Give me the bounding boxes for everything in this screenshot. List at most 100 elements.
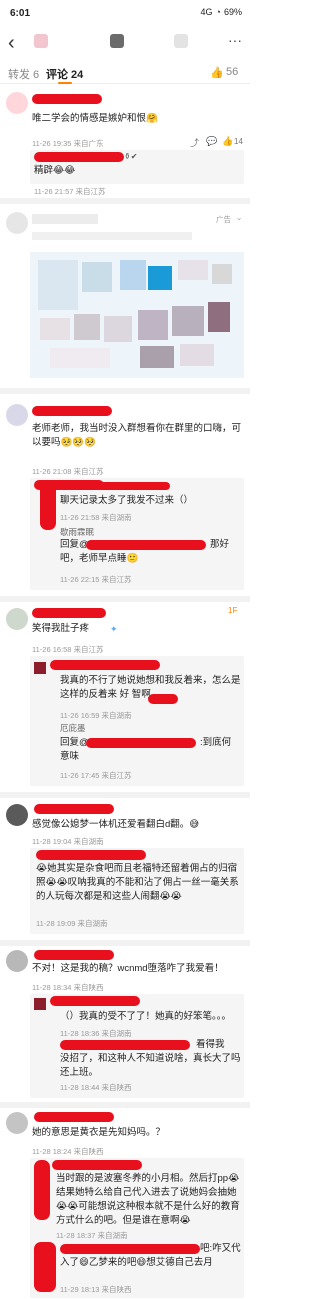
reply-username[interactable]: 厄庇墨 [60, 722, 86, 734]
like-icon[interactable]: 👍 [222, 136, 233, 147]
signal-icon: 4G [200, 7, 213, 17]
comment-text: 不对！这是我的稿？wcnmd堕落咋了我爱看！ [32, 963, 224, 974]
redacted-username [32, 94, 102, 104]
avatar [6, 212, 28, 234]
status-bar: 6:01 4G ◔ 69% [0, 0, 250, 26]
chevron-down-icon[interactable]: ⌄ [236, 213, 242, 222]
more-icon[interactable]: ··· [228, 32, 242, 48]
section-divider [0, 792, 250, 798]
status-right: 4G ◔ 69% [201, 7, 242, 17]
section-divider [0, 1102, 250, 1108]
blurred-avatar [174, 34, 188, 48]
redacted-mark [86, 738, 196, 748]
reply-text-c: 入了😄乙梦来的吧😄想艾德自己去月 [60, 1257, 213, 1268]
redacted-username [52, 1160, 142, 1170]
redacted-mark [60, 1040, 190, 1050]
top-bar: ‹ ··· [0, 26, 250, 62]
reply-text-c: 意味 [60, 751, 80, 762]
reply-text-a: 看得我 [196, 1039, 225, 1050]
comment-meta: 11-26 21:57 来自江苏 [34, 187, 106, 196]
blurred-avatar [110, 34, 124, 48]
tab-likes[interactable]: 56 [226, 66, 238, 78]
redacted-mark [40, 480, 56, 530]
redacted-username [34, 1112, 114, 1122]
reply-text-a: 回复@ [60, 539, 89, 550]
redacted-username [34, 152, 124, 162]
reply-text: 😭她其实是杂食吧而且老福特还留着佣占的归宿照😭😭叹呐我真的不能和沾了佣占一丝一毫… [36, 863, 239, 902]
redacted-mark [34, 1160, 50, 1220]
sparkle-icon: ✦ [110, 624, 118, 634]
tab-repost[interactable]: 转发 6 [8, 66, 39, 82]
redacted-username [32, 608, 106, 618]
comment-meta: 11-29 18:13 来自陕西 [60, 1285, 132, 1294]
avatar[interactable] [6, 404, 28, 426]
reply-text: （）我真的受不了了！她真的好笨笔。。。 [60, 1011, 232, 1022]
reply-text-c: 没招了，和这种人不知道说啥，真长大了吗还上班。 [60, 1053, 241, 1078]
status-time: 6:01 [10, 8, 31, 19]
ad-label: 广告 [216, 215, 231, 224]
comment-meta: 11-28 18:36 来自湖南 [60, 1029, 132, 1038]
section-divider [0, 198, 250, 204]
redacted-username [36, 850, 146, 860]
badge-icon: ⚱︎✔ [124, 152, 138, 161]
tab-bar: 转发 6 评论 24 👍 56 [0, 62, 250, 84]
redacted-username [32, 406, 112, 416]
comment-text: 唯二学会的情感是嫉妒和恨🤗 [32, 113, 158, 124]
comment-meta: 11-26 16:59 来自湖南 [60, 711, 132, 720]
redacted-mark [148, 694, 178, 704]
floor-badge: 1F [228, 606, 238, 615]
comment-meta: 11-28 19:04 来自湖南 [32, 837, 104, 846]
avatar[interactable] [6, 92, 28, 114]
redacted-mark [90, 482, 170, 490]
reply-text-a: 回复@ [60, 737, 89, 748]
section-divider [0, 940, 250, 946]
share-icon[interactable]: ⤴ [190, 136, 199, 149]
comment-text: 感觉像公媳梦一体机还爱看翻白d翻。😅 [32, 819, 200, 830]
reply-icon[interactable]: 💬 [206, 136, 217, 147]
avatar[interactable] [6, 950, 28, 972]
redacted-username [34, 950, 114, 960]
reply-username[interactable]: 歇雨霖眠 [60, 526, 94, 538]
blurred-username [32, 214, 98, 224]
reply-text: 当时跟的是波塞冬养的小月相。然后打pp😭结果她特么给自己代入进去了说她妈会抽她😭… [56, 1173, 240, 1226]
reply-text-c: 吧，老师早点睡🙂 [60, 553, 139, 564]
section-divider [0, 596, 250, 602]
avatar[interactable] [6, 1112, 28, 1134]
wifi-icon: ◔ [215, 7, 221, 17]
reply-text-b: :到底何 [200, 737, 232, 748]
comment-meta: 11-26 21:58 来自湖南 [60, 513, 132, 522]
comment-meta: 11-28 18:44 来自陕西 [60, 1083, 132, 1092]
reply-text: 精辟😂😂 [34, 165, 76, 176]
comment-meta: 11-28 18:34 来自陕西 [32, 983, 104, 992]
blurred-avatar [34, 34, 48, 48]
tab-likes-icon[interactable]: 👍 [210, 66, 224, 79]
comment-meta: 11-28 19:09 来自湖南 [36, 919, 108, 928]
reply-text: 聊天记录太多了我发不过来（） [60, 495, 194, 506]
avatar [34, 998, 46, 1010]
avatar[interactable] [6, 608, 28, 630]
avatar[interactable] [6, 804, 28, 826]
redacted-username [34, 804, 114, 814]
comment-meta: 11-26 19:35 来自广东 [32, 139, 104, 148]
avatar [34, 662, 46, 674]
comment-meta: 11-26 17:45 来自江苏 [60, 771, 132, 780]
redacted-mark [60, 1244, 200, 1254]
tab-comments[interactable]: 评论 24 [46, 66, 83, 82]
comment-meta: 11-26 16:58 来自江苏 [32, 645, 104, 654]
comment-text: 老师老师，我当时没入群想看你在群里的口嗨，可以要吗🥺🥺🥺 [32, 423, 242, 448]
comment-text: 她的意思是黄衣是先知妈吗。？ [32, 1127, 166, 1138]
like-count: 14 [234, 137, 243, 146]
reply-text-a: 吧:咋又代 [200, 1243, 241, 1254]
redacted-mark [86, 540, 206, 550]
back-arrow-icon[interactable]: ‹ [8, 32, 15, 55]
blurred-text [32, 232, 192, 240]
ad-image[interactable] [30, 252, 244, 378]
redacted-username [50, 660, 160, 670]
comment-meta: 11-26 21:08 来自江苏 [32, 467, 104, 476]
comment-text: 笑得我肚子疼 [32, 623, 90, 634]
redacted-mark [34, 1242, 56, 1292]
section-divider [0, 388, 250, 394]
tab-underline [58, 82, 72, 84]
redacted-username [50, 996, 140, 1006]
comment-meta: 11-26 22:15 来自江苏 [60, 575, 132, 584]
